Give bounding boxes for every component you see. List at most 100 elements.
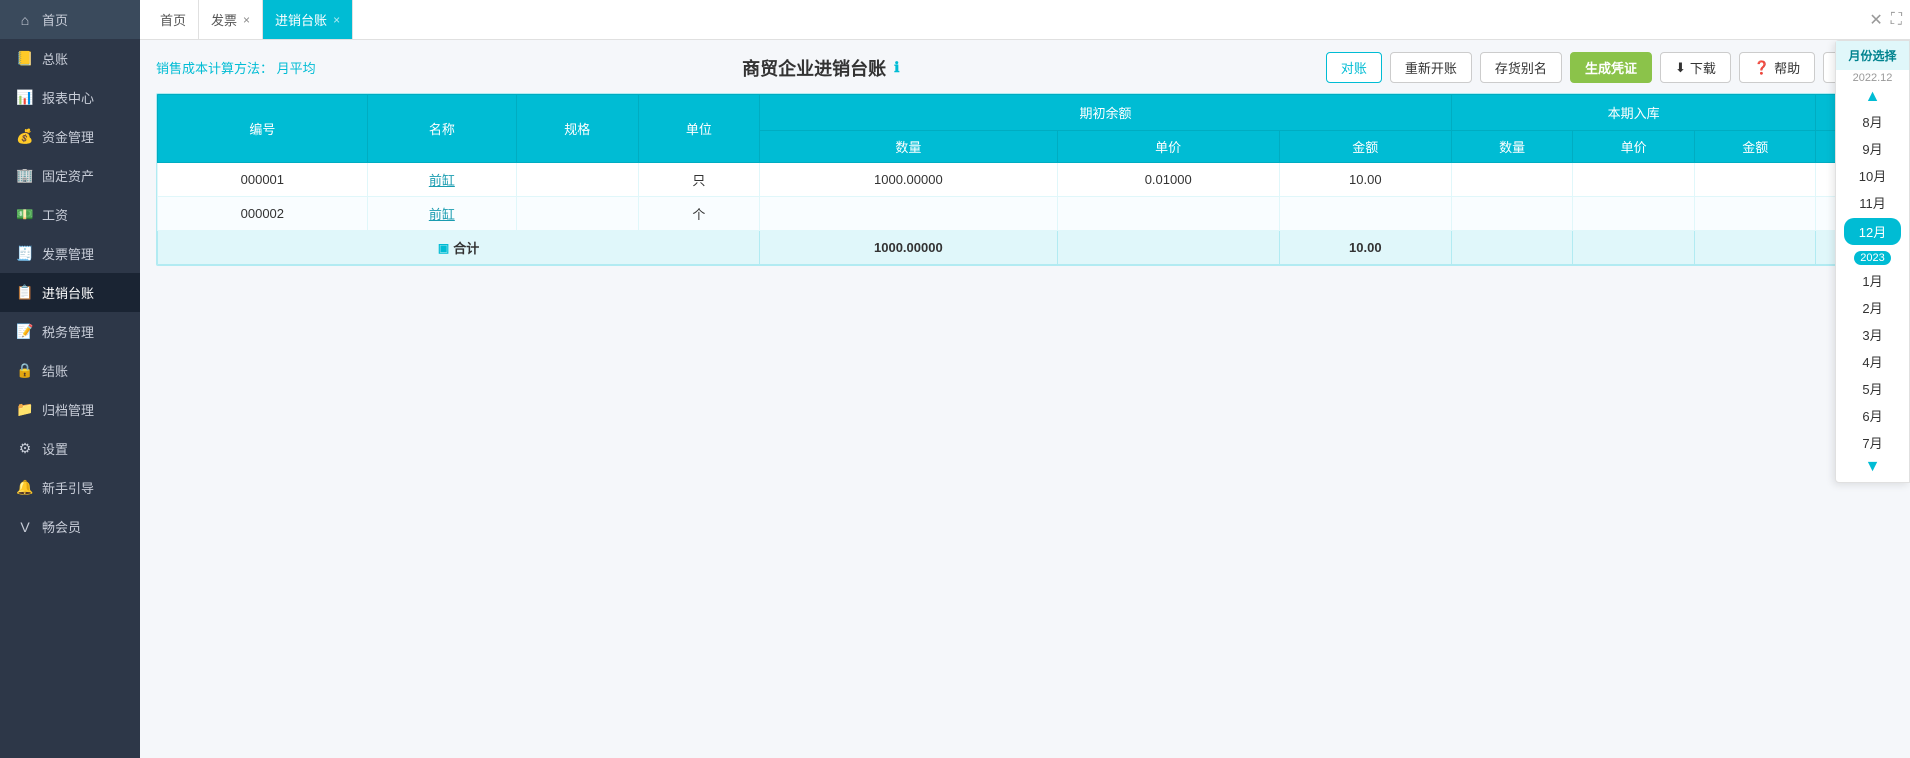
assets-icon: 🏢 bbox=[16, 167, 34, 184]
cell-price-init-1: 0.01000 bbox=[1057, 163, 1279, 197]
sidebar: ⌂ 首页 📒 总账 📊 报表中心 💰 资金管理 🏢 固定资产 💵 工资 🧾 发票… bbox=[0, 0, 140, 758]
ledger-icon: 📒 bbox=[16, 50, 34, 67]
sidebar-item-member[interactable]: V 畅会员 bbox=[0, 507, 140, 546]
col-group-initial: 期初余额 bbox=[760, 95, 1452, 131]
month-scroll-down[interactable]: ▼ bbox=[1836, 456, 1909, 478]
cell-qty-in-1 bbox=[1451, 163, 1573, 197]
total-amount-in bbox=[1694, 231, 1816, 265]
ledger-table-container: 编号 名称 规格 单位 期初余额 本期入库 数 数量 单价 金额 数量 单价 bbox=[156, 93, 1894, 266]
purchase-icon: 📋 bbox=[16, 284, 34, 301]
settings-icon: ⚙ bbox=[16, 440, 34, 457]
table-header-top: 编号 名称 规格 单位 期初余额 本期入库 数 bbox=[158, 95, 1893, 131]
invoice-mgmt-icon: 🧾 bbox=[16, 245, 34, 262]
page-title: 商贸企业进销台账 ℹ bbox=[742, 55, 899, 81]
info-icon[interactable]: ℹ bbox=[894, 59, 899, 76]
month-11[interactable]: 11月 bbox=[1836, 189, 1909, 216]
month-5[interactable]: 5月 bbox=[1836, 375, 1909, 402]
sidebar-item-close[interactable]: 🔒 结账 bbox=[0, 351, 140, 390]
cell-price-init-2 bbox=[1057, 197, 1279, 231]
sidebar-item-report[interactable]: 📊 报表中心 bbox=[0, 78, 140, 117]
sidebar-item-settings[interactable]: ⚙ 设置 bbox=[0, 429, 140, 468]
sub-price-init: 单价 bbox=[1057, 131, 1279, 163]
col-group-inbound: 本期入库 bbox=[1451, 95, 1816, 131]
guide-icon: 🔔 bbox=[16, 479, 34, 496]
month-8[interactable]: 8月 bbox=[1836, 108, 1909, 135]
col-unit: 单位 bbox=[638, 95, 760, 163]
sub-qty-init: 数量 bbox=[760, 131, 1057, 163]
cell-unit-2: 个 bbox=[638, 197, 760, 231]
total-label-cell: ▣ 合计 bbox=[158, 231, 760, 265]
sidebar-item-assets[interactable]: 🏢 固定资产 bbox=[0, 156, 140, 195]
content-header: 销售成本计算方法： 月平均 商贸企业进销台账 ℹ 对账 重新开账 存货别名 生成… bbox=[156, 52, 1894, 83]
total-qty-in bbox=[1451, 231, 1573, 265]
sidebar-item-home[interactable]: ⌂ 首页 bbox=[0, 0, 140, 39]
sidebar-item-guide[interactable]: 🔔 新手引导 bbox=[0, 468, 140, 507]
cell-id-2: 000002 bbox=[158, 197, 368, 231]
cell-spec-1 bbox=[516, 163, 638, 197]
month-2[interactable]: 2月 bbox=[1836, 294, 1909, 321]
finance-icon: 💰 bbox=[16, 128, 34, 145]
month-panel-title: 月份选择 bbox=[1836, 41, 1909, 70]
tab-invoice[interactable]: 发票 × bbox=[199, 0, 263, 39]
cell-price-in-2 bbox=[1573, 197, 1695, 231]
sub-qty-in: 数量 bbox=[1451, 131, 1573, 163]
month-3[interactable]: 3月 bbox=[1836, 321, 1909, 348]
cell-qty-init-1: 1000.00000 bbox=[760, 163, 1057, 197]
total-price-init bbox=[1057, 231, 1279, 265]
month-6[interactable]: 6月 bbox=[1836, 402, 1909, 429]
content-area: 销售成本计算方法： 月平均 商贸企业进销台账 ℹ 对账 重新开账 存货别名 生成… bbox=[140, 40, 1910, 758]
total-price-in bbox=[1573, 231, 1695, 265]
close-accounts-icon: 🔒 bbox=[16, 362, 34, 379]
month-4[interactable]: 4月 bbox=[1836, 348, 1909, 375]
cell-id-1: 000001 bbox=[158, 163, 368, 197]
save-alias-button[interactable]: 存货别名 bbox=[1480, 52, 1562, 83]
help-button[interactable]: ❓ 帮助 bbox=[1739, 52, 1815, 83]
tab-invoice-close[interactable]: × bbox=[243, 13, 250, 27]
col-id: 编号 bbox=[158, 95, 368, 163]
cell-amount-in-2 bbox=[1694, 197, 1816, 231]
tab-purchase-close[interactable]: × bbox=[333, 13, 340, 27]
month-7[interactable]: 7月 bbox=[1836, 429, 1909, 456]
cell-amount-init-1: 10.00 bbox=[1279, 163, 1451, 197]
download-icon: ⬇ bbox=[1675, 60, 1686, 76]
window-maximize-button[interactable]: ⛶ bbox=[1891, 11, 1902, 29]
month-12[interactable]: 12月 bbox=[1844, 218, 1901, 245]
reconcile-button[interactable]: 对账 bbox=[1326, 52, 1382, 83]
month-scroll-up[interactable]: ▲ bbox=[1836, 86, 1909, 108]
sidebar-item-finance[interactable]: 💰 资金管理 bbox=[0, 117, 140, 156]
sidebar-item-tax[interactable]: 📝 税务管理 bbox=[0, 312, 140, 351]
home-icon: ⌂ bbox=[16, 12, 34, 28]
tab-purchase-ledger[interactable]: 进销台账 × bbox=[263, 0, 353, 39]
sidebar-item-invoice-mgmt[interactable]: 🧾 发票管理 bbox=[0, 234, 140, 273]
total-amount-init: 10.00 bbox=[1279, 231, 1451, 265]
cell-qty-init-2 bbox=[760, 197, 1057, 231]
window-close-button[interactable]: ✕ bbox=[1869, 10, 1882, 30]
sidebar-item-archive[interactable]: 📁 归档管理 bbox=[0, 390, 140, 429]
table-row: 000001 前缸 只 1000.00000 0.01000 10.00 bbox=[158, 163, 1893, 197]
year-2022-label: 2022.12 bbox=[1836, 70, 1909, 86]
col-name: 名称 bbox=[367, 95, 516, 163]
reopen-button[interactable]: 重新开账 bbox=[1390, 52, 1472, 83]
month-10[interactable]: 10月 bbox=[1836, 162, 1909, 189]
generate-voucher-button[interactable]: 生成凭证 bbox=[1570, 52, 1652, 83]
total-icon: ▣ bbox=[438, 241, 449, 255]
main-area: 首页 发票 × 进销台账 × ✕ ⛶ 销售成本计算方法： 月平均 商贸企业进销台… bbox=[140, 0, 1910, 758]
month-9[interactable]: 9月 bbox=[1836, 135, 1909, 162]
cell-name-1: 前缸 bbox=[367, 163, 516, 197]
year-2023-badge: 2023 bbox=[1854, 251, 1890, 265]
tax-icon: 📝 bbox=[16, 323, 34, 340]
table-row: 000002 前缸 个 bbox=[158, 197, 1893, 231]
sidebar-item-purchase[interactable]: 📋 进销台账 bbox=[0, 273, 140, 312]
ledger-table: 编号 名称 规格 单位 期初余额 本期入库 数 数量 单价 金额 数量 单价 bbox=[157, 94, 1893, 265]
download-button[interactable]: ⬇ 下载 bbox=[1660, 52, 1731, 83]
month-panel: 月份选择 2022.12 ▲ 8月 9月 10月 11月 12月 2023 1月… bbox=[1835, 40, 1910, 483]
tab-home[interactable]: 首页 bbox=[148, 0, 199, 39]
action-buttons: 对账 重新开账 存货别名 生成凭证 ⬇ 下载 ❓ 帮助 ↻ 刷新 bbox=[1326, 52, 1894, 83]
cost-method: 销售成本计算方法： 月平均 bbox=[156, 58, 316, 77]
cell-amount-in-1 bbox=[1694, 163, 1816, 197]
sidebar-item-ledger[interactable]: 📒 总账 bbox=[0, 39, 140, 78]
table-total-row: ▣ 合计 1000.00000 10.00 bbox=[158, 231, 1893, 265]
month-1[interactable]: 1月 bbox=[1836, 267, 1909, 294]
col-spec: 规格 bbox=[516, 95, 638, 163]
sidebar-item-salary[interactable]: 💵 工资 bbox=[0, 195, 140, 234]
